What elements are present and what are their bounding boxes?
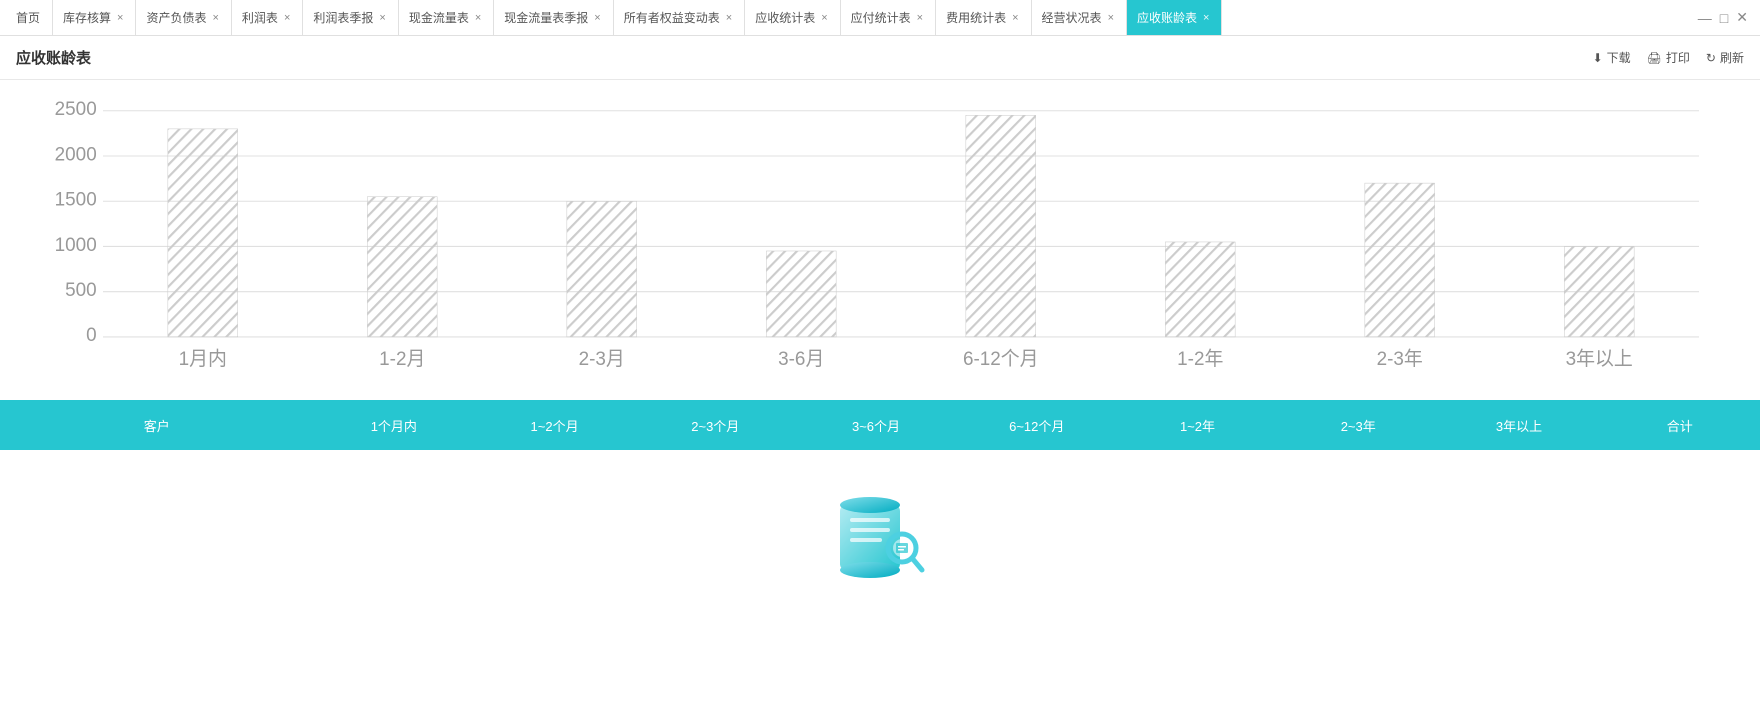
th-6: 1~2年 xyxy=(1117,416,1278,435)
tab-close-profit-loss[interactable]: × xyxy=(282,12,292,24)
chart-area: 0 500 1000 1500 2000 2500 1月内 1-2月 2-3月 3-6月 6-12个… xyxy=(0,80,1760,400)
th-3: 2~3个月 xyxy=(635,416,796,435)
svg-text:1-2年: 1-2年 xyxy=(1177,348,1223,370)
empty-icon xyxy=(830,490,930,580)
th-8: 3年以上 xyxy=(1439,416,1600,435)
th-9: 合计 xyxy=(1599,416,1760,435)
print-icon: 🖨 xyxy=(1647,51,1662,65)
page-title: 应收账龄表 xyxy=(16,47,91,68)
svg-text:2000: 2000 xyxy=(55,144,97,165)
tab-close-payable-stats[interactable]: × xyxy=(915,12,925,24)
th-1: 1个月内 xyxy=(313,416,474,435)
maximize-button[interactable]: □ xyxy=(1720,10,1728,26)
tab-payable-stats[interactable]: 应付统计表× xyxy=(841,0,936,36)
tab-operation-status[interactable]: 经营状况表× xyxy=(1032,0,1127,36)
tab-close-balance-sheet[interactable]: × xyxy=(210,12,220,24)
tab-close-profit-quarterly[interactable]: × xyxy=(377,12,387,24)
tab-close-expense-stats[interactable]: × xyxy=(1010,12,1020,24)
th-0: 客户 xyxy=(0,416,313,435)
svg-text:2500: 2500 xyxy=(55,100,97,120)
svg-text:1-2月: 1-2月 xyxy=(379,349,425,370)
tab-bar: 首页 库存核算×资产负债表×利润表×利润表季报×现金流量表×现金流量表季报×所有… xyxy=(0,0,1760,36)
tab-close-inventory[interactable]: × xyxy=(115,12,125,24)
refresh-icon: ↻ xyxy=(1706,51,1716,65)
tab-cashflow[interactable]: 现金流量表× xyxy=(399,0,494,36)
download-button[interactable]: ⬇ 下载 xyxy=(1593,49,1631,66)
svg-text:2-3年: 2-3年 xyxy=(1377,348,1423,370)
tab-close-cashflow-quarterly[interactable]: × xyxy=(592,12,602,24)
th-7: 2~3年 xyxy=(1278,416,1439,435)
tab-close-cashflow[interactable]: × xyxy=(473,12,483,24)
bar-chart: 0 500 1000 1500 2000 2500 1月内 1-2月 2-3月 3-6月 6-12个… xyxy=(40,100,1720,380)
tab-inventory[interactable]: 库存核算× xyxy=(53,0,136,36)
tab-close-operation-status[interactable]: × xyxy=(1106,12,1116,24)
tab-profit-quarterly[interactable]: 利润表季报× xyxy=(303,0,398,36)
refresh-button[interactable]: ↻ 刷新 xyxy=(1706,49,1744,66)
svg-text:1500: 1500 xyxy=(55,189,97,210)
empty-state xyxy=(0,450,1760,620)
tab-balance-sheet[interactable]: 资产负债表× xyxy=(136,0,231,36)
close-button[interactable]: ✕ xyxy=(1736,9,1748,26)
window-controls: — □ ✕ xyxy=(1698,9,1756,26)
tab-close-receivable-stats[interactable]: × xyxy=(819,12,829,24)
th-4: 3~6个月 xyxy=(796,416,957,435)
tab-equity-changes[interactable]: 所有者权益变动表× xyxy=(614,0,745,36)
svg-text:3-6月: 3-6月 xyxy=(778,349,824,370)
svg-text:6-12个月: 6-12个月 xyxy=(963,348,1039,370)
svg-text:2-3月: 2-3月 xyxy=(579,349,625,370)
main-content: 0 500 1000 1500 2000 2500 1月内 1-2月 2-3月 3-6月 6-12个… xyxy=(0,80,1760,720)
tab-home[interactable]: 首页 xyxy=(4,0,53,36)
page-header: 应收账龄表 ⬇ 下载 🖨 打印 ↻ 刷新 xyxy=(0,36,1760,80)
tab-aging-report[interactable]: 应收账龄表× xyxy=(1127,0,1222,36)
tab-receivable-stats[interactable]: 应收统计表× xyxy=(745,0,840,36)
svg-text:0: 0 xyxy=(86,325,97,346)
tab-profit-loss[interactable]: 利润表× xyxy=(232,0,303,36)
table-header: 客户1个月内1~2个月2~3个月3~6个月6~12个月1~2年2~3年3年以上合… xyxy=(0,400,1760,450)
svg-text:1000: 1000 xyxy=(55,235,97,256)
tab-expense-stats[interactable]: 费用统计表× xyxy=(936,0,1031,36)
tab-close-aging-report[interactable]: × xyxy=(1201,12,1211,24)
minimize-button[interactable]: — xyxy=(1698,10,1712,26)
download-icon: ⬇ xyxy=(1593,51,1603,65)
svg-text:1月内: 1月内 xyxy=(179,348,227,370)
tab-close-equity-changes[interactable]: × xyxy=(724,12,734,24)
svg-text:3年以上: 3年以上 xyxy=(1566,348,1633,370)
th-2: 1~2个月 xyxy=(474,416,635,435)
page-actions: ⬇ 下载 🖨 打印 ↻ 刷新 xyxy=(1593,49,1744,66)
tab-cashflow-quarterly[interactable]: 现金流量表季报× xyxy=(494,0,613,36)
th-5: 6~12个月 xyxy=(956,416,1117,435)
print-button[interactable]: 🖨 打印 xyxy=(1647,49,1690,66)
svg-text:500: 500 xyxy=(65,280,97,301)
